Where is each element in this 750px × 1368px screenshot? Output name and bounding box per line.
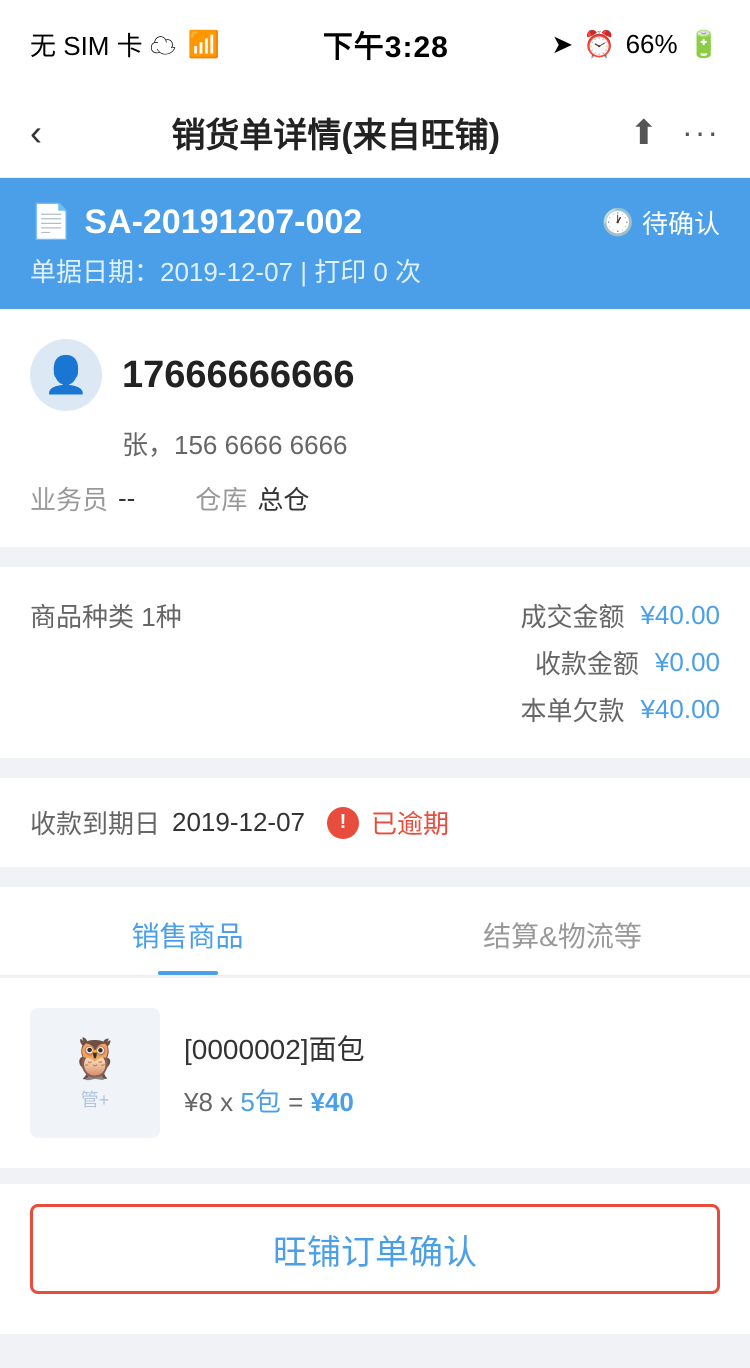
deal-amount-value: ¥40.00 bbox=[640, 600, 720, 631]
product-logo-icon: 🦉 bbox=[70, 1035, 120, 1082]
product-logo-text: 管+ bbox=[81, 1086, 110, 1112]
battery-text: 66% bbox=[626, 29, 678, 60]
owed-amount-value: ¥40.00 bbox=[640, 694, 720, 725]
customer-phone: 17666666666 bbox=[122, 354, 354, 397]
product-qty: 5包 bbox=[240, 1087, 280, 1117]
overdue-text: 已逾期 bbox=[371, 804, 449, 841]
clock-icon: 🕐 bbox=[602, 207, 634, 238]
deal-amount-label: 成交金额 bbox=[520, 597, 624, 634]
salesperson-item: 业务员 -- bbox=[30, 480, 135, 517]
order-header-card: 📄 SA-20191207-002 🕐 待确认 单据日期：2019-12-07 … bbox=[0, 178, 750, 309]
customer-avatar: 👤 bbox=[30, 339, 102, 411]
overdue-icon: ! bbox=[327, 807, 359, 839]
nav-right-buttons: ⬆ ··· bbox=[630, 113, 720, 153]
salesperson-label: 业务员 bbox=[30, 480, 108, 517]
customer-phone-row: 👤 17666666666 bbox=[30, 339, 720, 411]
product-thumbnail: 🦉 管+ bbox=[30, 1008, 160, 1138]
no-sim-text: 无 SIM 卡 ☁ bbox=[30, 26, 176, 63]
status-bar: 无 SIM 卡 ☁ 📶 下午3:28 ➤ ⏰ 66% 🔋 bbox=[0, 0, 750, 88]
order-icon: 📄 bbox=[30, 202, 72, 242]
due-date-label: 收款到期日 bbox=[30, 804, 160, 841]
summary-left: 商品种类 1种 bbox=[30, 597, 182, 634]
customer-meta: 业务员 -- 仓库 总仓 bbox=[30, 480, 720, 517]
battery-icon: 🔋 bbox=[688, 29, 720, 60]
salesperson-value: -- bbox=[118, 483, 135, 514]
product-total-price: ¥40 bbox=[311, 1087, 354, 1117]
tab-sales-products[interactable]: 销售商品 bbox=[0, 887, 375, 975]
status-bar-right: ➤ ⏰ 66% 🔋 bbox=[551, 29, 720, 60]
order-date: 单据日期：2019-12-07 | 打印 0 次 bbox=[30, 252, 720, 289]
order-header-top: 📄 SA-20191207-002 🕐 待确认 bbox=[30, 202, 720, 242]
order-status: 🕐 待确认 bbox=[602, 204, 720, 241]
product-info: [0000002]面包 ¥8 x 5包 = ¥40 bbox=[184, 1028, 720, 1119]
product-unit-price: ¥8 bbox=[184, 1087, 213, 1117]
nav-bar: ‹ 销货单详情(来自旺铺) ⬆ ··· bbox=[0, 88, 750, 178]
product-price-row: ¥8 x 5包 = ¥40 bbox=[184, 1082, 720, 1119]
tab-settlement-logistics[interactable]: 结算&物流等 bbox=[375, 887, 750, 975]
avatar-icon: 👤 bbox=[44, 354, 89, 396]
owed-amount-label: 本单欠款 bbox=[520, 691, 624, 728]
customer-name-info: 张，156 6666 6666 bbox=[30, 425, 720, 462]
order-id-text: SA-20191207-002 bbox=[84, 203, 362, 242]
summary-right: 成交金额 ¥40.00 收款金额 ¥0.00 本单欠款 ¥40.00 bbox=[520, 597, 720, 728]
received-amount-item: 收款金额 ¥0.00 bbox=[535, 644, 720, 681]
wifi-icon: 📶 bbox=[188, 29, 220, 60]
received-amount-label: 收款金额 bbox=[535, 644, 639, 681]
owed-amount-item: 本单欠款 ¥40.00 bbox=[520, 691, 720, 728]
order-status-text: 待确认 bbox=[642, 204, 720, 241]
summary-section: 商品种类 1种 成交金额 ¥40.00 收款金额 ¥0.00 本单欠款 ¥40.… bbox=[0, 567, 750, 758]
status-bar-time: 下午3:28 bbox=[323, 22, 449, 66]
product-name: [0000002]面包 bbox=[184, 1028, 720, 1068]
warehouse-label: 仓库 bbox=[195, 480, 247, 517]
product-equals-symbol: = bbox=[288, 1087, 310, 1117]
back-button[interactable]: ‹ bbox=[30, 112, 42, 154]
due-date-section: 收款到期日 2019-12-07 ! 已逾期 bbox=[0, 778, 750, 867]
confirm-order-button[interactable]: 旺铺订单确认 bbox=[30, 1204, 720, 1294]
product-multiply-symbol: x bbox=[220, 1087, 240, 1117]
order-id: 📄 SA-20191207-002 bbox=[30, 202, 362, 242]
product-types-label: 商品种类 bbox=[30, 602, 134, 632]
customer-section: 👤 17666666666 张，156 6666 6666 业务员 -- 仓库 … bbox=[0, 309, 750, 547]
received-amount-value: ¥0.00 bbox=[655, 647, 720, 678]
page-title: 销货单详情(来自旺铺) bbox=[171, 108, 500, 157]
more-button[interactable]: ··· bbox=[682, 114, 720, 151]
product-types-value: 1种 bbox=[141, 602, 181, 632]
due-date-value: 2019-12-07 bbox=[172, 807, 305, 838]
products-section: 🦉 管+ [0000002]面包 ¥8 x 5包 = ¥40 bbox=[0, 978, 750, 1168]
product-types-row: 商品种类 1种 bbox=[30, 597, 182, 634]
deal-amount-item: 成交金额 ¥40.00 bbox=[520, 597, 720, 634]
share-button[interactable]: ⬆ bbox=[630, 113, 659, 153]
product-item: 🦉 管+ [0000002]面包 ¥8 x 5包 = ¥40 bbox=[0, 978, 750, 1168]
location-icon: ➤ bbox=[551, 29, 573, 60]
warehouse-item: 仓库 总仓 bbox=[195, 480, 309, 517]
tabs-section: 销售商品 结算&物流等 bbox=[0, 887, 750, 976]
bottom-action-bar: 旺铺订单确认 bbox=[0, 1184, 750, 1334]
warehouse-value: 总仓 bbox=[257, 480, 309, 517]
alarm-icon: ⏰ bbox=[583, 29, 615, 60]
status-bar-left: 无 SIM 卡 ☁ 📶 bbox=[30, 26, 220, 63]
